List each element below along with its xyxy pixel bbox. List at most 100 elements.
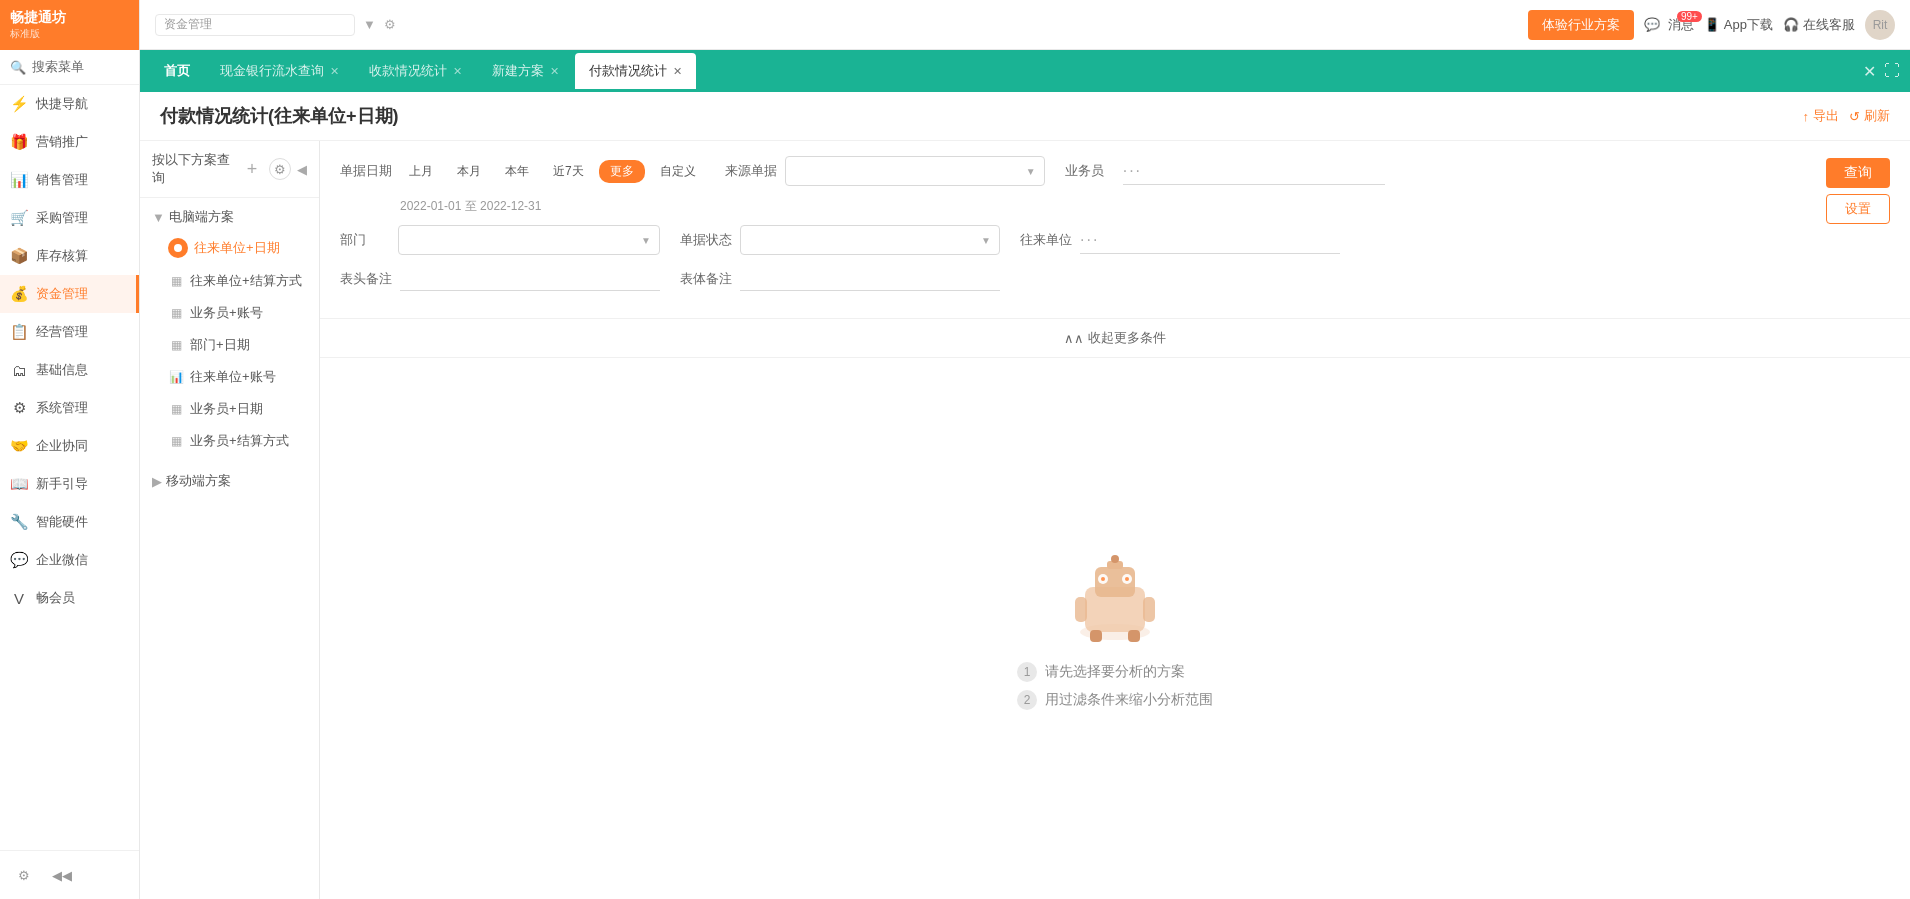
staff-dots-btn[interactable]: ··· [1123,158,1385,185]
sidebar-label-sales: 销售管理 [36,171,88,189]
messages-badge: 99+ [1677,11,1702,22]
sidebar-item-quick-nav[interactable]: ⚡ 快捷导航 [0,85,139,123]
scheme-panel-title: 按以下方案查询 [152,151,241,187]
table-header-note-input[interactable] [400,267,660,291]
svg-point-6 [1125,577,1129,581]
tab-new-scheme[interactable]: 新建方案✕ [478,53,573,89]
top-header: ▼ ⚙ 体验行业方案 💬 99+ 消息 📱 App下载 🎧 在线客服 Rit [140,0,1910,50]
table-body-note-input[interactable] [740,267,1000,291]
scheme-item-partner-settlement[interactable]: ▦ 往来单位+结算方式 [140,265,319,297]
sidebar-icon-enterprise: 🤝 [10,437,28,455]
scheme-item-label-staff-settlement: 业务员+结算方式 [190,432,289,450]
tabs-container: 首页现金银行流水查询✕收款情况统计✕新建方案✕ 付款情况统计 ✕ [150,53,696,89]
more-dates-btn[interactable]: 更多 [599,160,645,183]
scheme-panel-header: 按以下方案查询 + ⚙ ◀ [140,141,319,198]
search-menu[interactable]: 🔍 搜索菜单 [0,50,139,85]
sidebar-item-system[interactable]: ⚙ 系统管理 [0,389,139,427]
scheme-settings-btn[interactable]: ⚙ [269,158,291,180]
online-service-label: 在线客服 [1803,16,1855,34]
voucher-status-select[interactable]: ▼ [740,225,1000,255]
close-all-icon[interactable]: ✕ [1863,62,1876,81]
export-btn[interactable]: ↑ 导出 [1803,107,1840,125]
try-btn[interactable]: 体验行业方案 [1528,10,1634,40]
search-menu-label: 搜索菜单 [32,58,84,76]
scheme-item-staff-date[interactable]: ▦ 业务员+日期 [140,393,319,425]
breadcrumb: ▼ ⚙ [155,14,1518,36]
query-btn[interactable]: 查询 [1826,158,1890,188]
collapse-more-btn[interactable]: ∧∧ 收起更多条件 [1064,329,1166,347]
scheme-item-staff-account[interactable]: ▦ 业务员+账号 [140,297,319,329]
sidebar-label-marketing: 营销推广 [36,133,88,151]
tab-close-bank-flow[interactable]: ✕ [330,65,339,78]
table-body-note-col: 表体备注 [680,267,1000,291]
tab-home[interactable]: 首页 [150,53,204,89]
scheme-item-partner-date[interactable]: 往来单位+日期 [140,231,319,265]
sidebar-label-hardware: 智能硬件 [36,513,88,531]
sidebar-item-wechat[interactable]: 💬 企业微信 [0,541,139,579]
this-year-btn[interactable]: 本年 [496,160,538,183]
source-select[interactable]: ▼ [785,156,1045,186]
sidebar-item-sales[interactable]: 📊 销售管理 [0,161,139,199]
sidebar-item-guide[interactable]: 📖 新手引导 [0,465,139,503]
maximize-icon[interactable]: ⛶ [1884,62,1900,80]
empty-illustration [1055,547,1175,647]
refresh-btn[interactable]: ↺ 刷新 [1849,107,1890,125]
staff-filter-col: 业务员 ··· [1065,158,1385,185]
sidebar-label-member: 畅会员 [36,589,75,607]
sidebar-collapse-btn[interactable]: ◀◀ [48,861,76,889]
svg-point-5 [1101,577,1105,581]
tab-receipt-stats[interactable]: 收款情况统计✕ [355,53,476,89]
sidebar-settings-btn[interactable]: ⚙ [10,861,38,889]
tip-num-2: 2 [1017,690,1037,710]
sidebar-item-member[interactable]: V 畅会员 [0,579,139,617]
sidebar-label-basic: 基础信息 [36,361,88,379]
user-avatar-area[interactable]: Rit [1865,10,1895,40]
scheme-mobile-header[interactable]: ▶ 移动端方案 [140,467,319,495]
messages-btn[interactable]: 💬 99+ 消息 [1644,16,1694,34]
scheme-mobile-section: ▶ 移动端方案 [140,462,319,500]
sidebar-item-basic[interactable]: 🗂 基础信息 [0,351,139,389]
breadcrumb-input[interactable] [155,14,355,36]
tab-close-new-scheme[interactable]: ✕ [550,65,559,78]
sidebar-item-inventory[interactable]: 📦 库存核算 [0,237,139,275]
partner-dots-btn[interactable]: ··· [1080,227,1340,254]
scheme-mobile-label: 移动端方案 [166,472,231,490]
service-icon: 🎧 [1783,17,1799,32]
page-title: 付款情况统计(往来单位+日期) [160,104,399,128]
add-scheme-btn[interactable]: + [241,158,263,180]
table-header-note-label: 表头备注 [340,270,392,288]
app-download-btn[interactable]: 📱 App下载 [1704,16,1773,34]
scheme-collapse-btn[interactable]: ◀ [297,162,307,177]
scheme-item-staff-settlement[interactable]: ▦ 业务员+结算方式 [140,425,319,457]
last-7days-btn[interactable]: 近7天 [544,160,593,183]
source-label: 来源单据 [725,162,777,180]
tab-payment-stats[interactable]: 付款情况统计 ✕ [575,53,696,89]
tab-bar-actions: ✕ ⛶ [1863,62,1900,81]
tab-bank-flow[interactable]: 现金银行流水查询✕ [206,53,353,89]
sidebar-item-operation[interactable]: 📋 经营管理 [0,313,139,351]
tab-label-payment-stats: 付款情况统计 [589,62,667,80]
main-content: ▼ ⚙ 体验行业方案 💬 99+ 消息 📱 App下载 🎧 在线客服 Rit [140,0,1910,899]
scheme-panel: 按以下方案查询 + ⚙ ◀ ▼ 电脑端方案 往来单位+日期 [140,141,320,899]
custom-date-btn[interactable]: 自定义 [651,160,705,183]
sidebar-item-purchase[interactable]: 🛒 采购管理 [0,199,139,237]
this-month-btn[interactable]: 本月 [448,160,490,183]
scheme-desktop-header[interactable]: ▼ 电脑端方案 [140,203,319,231]
sidebar-item-marketing[interactable]: 🎁 营销推广 [0,123,139,161]
online-service-btn[interactable]: 🎧 在线客服 [1783,16,1855,34]
tab-close-payment-stats[interactable]: ✕ [673,65,682,78]
sidebar-icon-guide: 📖 [10,475,28,493]
sidebar-item-hardware[interactable]: 🔧 智能硬件 [0,503,139,541]
filter-settings-btn[interactable]: 设置 [1826,194,1890,224]
scheme-item-partner-account[interactable]: 📊 往来单位+账号 [140,361,319,393]
message-icon: 💬 [1644,17,1660,32]
sidebar-item-finance[interactable]: 💰 资金管理 [0,275,139,313]
sidebar-item-enterprise[interactable]: 🤝 企业协同 [0,427,139,465]
last-month-btn[interactable]: 上月 [400,160,442,183]
date-label: 单据日期 [340,162,392,180]
settings-gear-icon[interactable]: ⚙ [384,17,396,32]
scheme-active-icon [168,238,188,258]
scheme-item-dept-date[interactable]: ▦ 部门+日期 [140,329,319,361]
tab-close-receipt-stats[interactable]: ✕ [453,65,462,78]
dept-select[interactable]: ▼ [398,225,660,255]
